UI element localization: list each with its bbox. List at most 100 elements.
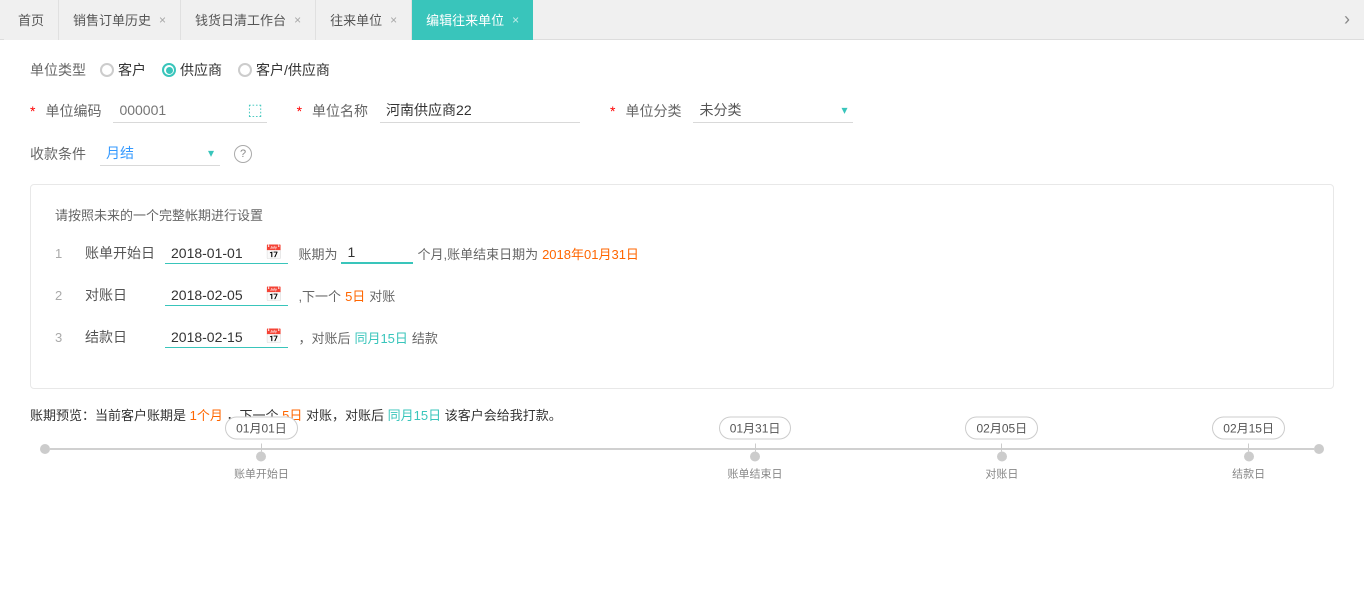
unit-category-group: * 单位分类 未分类 ▾ bbox=[610, 98, 853, 123]
tab-cash-desk-label: 钱货日清工作台 bbox=[195, 10, 286, 29]
unit-name-star: * bbox=[297, 103, 302, 119]
radio-both-label: 客户/供应商 bbox=[256, 60, 330, 80]
payment-date-cal-icon[interactable]: 📅 bbox=[265, 328, 282, 345]
payment-terms-arrow-icon: ▾ bbox=[208, 146, 214, 160]
period-row-3: 3 结款日 📅 ，对账后 同月15日 结款 bbox=[55, 326, 1309, 348]
period-3-desc-prefix: ，对账后 bbox=[298, 328, 350, 347]
timeline-node-2-stem bbox=[755, 444, 756, 452]
tab-bar: 首页 销售订单历史 × 钱货日清工作台 × 往来单位 × 编辑往来单位 × › bbox=[0, 0, 1364, 40]
tab-sales-history[interactable]: 销售订单历史 × bbox=[59, 0, 181, 40]
timeline-node-4-stem bbox=[1248, 444, 1249, 452]
timeline-dot-3 bbox=[997, 452, 1007, 462]
timeline-node-2: 01月31日 账单结束日 bbox=[719, 417, 792, 482]
tab-edit-partner-close[interactable]: × bbox=[512, 13, 519, 27]
unit-name-input[interactable] bbox=[380, 98, 580, 123]
reconcile-date-input-wrap: 📅 bbox=[165, 284, 288, 306]
radio-customer[interactable]: 客户 bbox=[100, 60, 146, 80]
unit-code-label: 单位编码 bbox=[45, 101, 101, 121]
tab-home[interactable]: 首页 bbox=[4, 0, 59, 40]
payment-date-input[interactable] bbox=[171, 329, 261, 345]
tab-home-label: 首页 bbox=[18, 10, 44, 29]
radio-customer-circle bbox=[100, 63, 114, 77]
timeline-label-3: 对账日 bbox=[985, 466, 1018, 482]
unit-name-group: * 单位名称 bbox=[297, 98, 580, 123]
period-3-desc-suffix: 结款 bbox=[412, 328, 438, 347]
tab-edit-partner[interactable]: 编辑往来单位 × bbox=[412, 0, 533, 40]
unit-type-radio-group: 客户 供应商 客户/供应商 bbox=[100, 60, 330, 80]
unit-code-input[interactable] bbox=[113, 100, 243, 120]
payment-date-input-wrap: 📅 bbox=[165, 326, 288, 348]
main-content: 单位类型 客户 供应商 客户/供应商 * 单位编码 ⬚ bbox=[0, 40, 1364, 608]
timeline-bubble-2: 01月31日 bbox=[719, 417, 792, 440]
payment-terms-help-icon[interactable]: ? bbox=[234, 145, 252, 163]
unit-name-label: 单位名称 bbox=[312, 101, 368, 121]
timeline-label-1: 账单开始日 bbox=[234, 466, 289, 482]
payment-terms-label: 收款条件 bbox=[30, 144, 86, 164]
period-instruction: 请按照未来的一个完整帐期进行设置 bbox=[55, 205, 1309, 224]
tab-expander[interactable]: › bbox=[1334, 9, 1360, 30]
preview-suffix: 该客户会给我打款。 bbox=[445, 408, 562, 423]
timeline-seg-2: 01月31日 账单结束日 bbox=[297, 448, 791, 450]
tab-edit-partner-label: 编辑往来单位 bbox=[426, 10, 504, 29]
timeline-dot-4 bbox=[1244, 452, 1254, 462]
preview-sep2: 对账，对账后 bbox=[306, 408, 384, 423]
period-label-1: 账单开始日 bbox=[85, 243, 155, 263]
period-2-highlight: 5日 bbox=[345, 286, 365, 305]
period-num-3: 3 bbox=[55, 330, 75, 345]
tab-cash-desk[interactable]: 钱货日清工作台 × bbox=[181, 0, 316, 40]
timeline-bubble-4: 02月15日 bbox=[1212, 417, 1285, 440]
unit-info-row: * 单位编码 ⬚ * 单位名称 * 单位分类 未分类 ▾ bbox=[30, 98, 1334, 123]
radio-both[interactable]: 客户/供应商 bbox=[238, 60, 330, 80]
unit-category-arrow-icon: ▾ bbox=[841, 103, 847, 117]
period-1-desc-prefix: 账期为 bbox=[298, 244, 337, 263]
unit-type-label: 单位类型 bbox=[30, 60, 86, 80]
period-1-desc-suffix: 个月,账单结束日期为 bbox=[417, 244, 538, 263]
tab-partners-label: 往来单位 bbox=[330, 10, 382, 29]
timeline-node-3-stem bbox=[1001, 444, 1002, 452]
tab-partners-close[interactable]: × bbox=[390, 13, 397, 27]
period-num-1: 1 bbox=[55, 246, 75, 261]
radio-customer-label: 客户 bbox=[118, 60, 146, 80]
unit-code-input-wrap: ⬚ bbox=[113, 98, 266, 123]
unit-category-value: 未分类 bbox=[699, 100, 833, 120]
start-date-cal-icon[interactable]: 📅 bbox=[265, 244, 282, 261]
payment-terms-row: 收款条件 月结 ▾ ? bbox=[30, 141, 1334, 166]
preview-part1: 1个月 bbox=[190, 408, 223, 423]
radio-both-circle bbox=[238, 63, 252, 77]
reconcile-date-cal-icon[interactable]: 📅 bbox=[265, 286, 282, 303]
timeline-dot-2 bbox=[750, 452, 760, 462]
radio-supplier[interactable]: 供应商 bbox=[162, 60, 222, 80]
timeline-label-2: 账单结束日 bbox=[728, 466, 783, 482]
period-1-end-date: 2018年01月31日 bbox=[542, 244, 639, 263]
month-input[interactable] bbox=[347, 244, 407, 260]
period-label-3: 结款日 bbox=[85, 327, 155, 347]
timeline-seg-4: 02月15日 结款日 bbox=[1037, 448, 1284, 450]
tab-partners[interactable]: 往来单位 × bbox=[316, 0, 412, 40]
preview-part3: 同月15日 bbox=[388, 408, 441, 423]
timeline-node-1: 01月01日 账单开始日 bbox=[225, 417, 298, 482]
timeline-node-1-stem bbox=[261, 444, 262, 452]
tab-sales-history-close[interactable]: × bbox=[159, 13, 166, 27]
timeline-seg-3: 02月05日 对账日 bbox=[790, 448, 1037, 450]
timeline-dot-1 bbox=[256, 452, 266, 462]
reconcile-date-input[interactable] bbox=[171, 287, 261, 303]
timeline-node-4: 02月15日 结款日 bbox=[1212, 417, 1285, 482]
unit-type-row: 单位类型 客户 供应商 客户/供应商 bbox=[30, 60, 1334, 80]
tab-sales-history-label: 销售订单历史 bbox=[73, 10, 151, 29]
radio-supplier-circle bbox=[162, 63, 176, 77]
month-input-wrap bbox=[341, 242, 413, 264]
timeline-start-dot bbox=[40, 444, 50, 454]
timeline-node-3: 02月05日 对账日 bbox=[965, 417, 1038, 482]
unit-category-select[interactable]: 未分类 ▾ bbox=[693, 98, 853, 123]
radio-supplier-label: 供应商 bbox=[180, 60, 222, 80]
payment-terms-select[interactable]: 月结 ▾ bbox=[100, 141, 220, 166]
period-1-desc: 账期为 个月,账单结束日期为 2018年01月31日 bbox=[298, 242, 638, 264]
tab-cash-desk-close[interactable]: × bbox=[294, 13, 301, 27]
unit-code-star: * bbox=[30, 103, 35, 119]
timeline-tail bbox=[1284, 448, 1314, 450]
payment-terms-value: 月结 bbox=[106, 143, 200, 163]
timeline-label-4: 结款日 bbox=[1232, 466, 1265, 482]
timeline-seg-1: 01月01日 账单开始日 bbox=[50, 448, 297, 450]
start-date-input[interactable] bbox=[171, 245, 261, 261]
unit-code-copy-icon[interactable]: ⬚ bbox=[243, 100, 266, 120]
